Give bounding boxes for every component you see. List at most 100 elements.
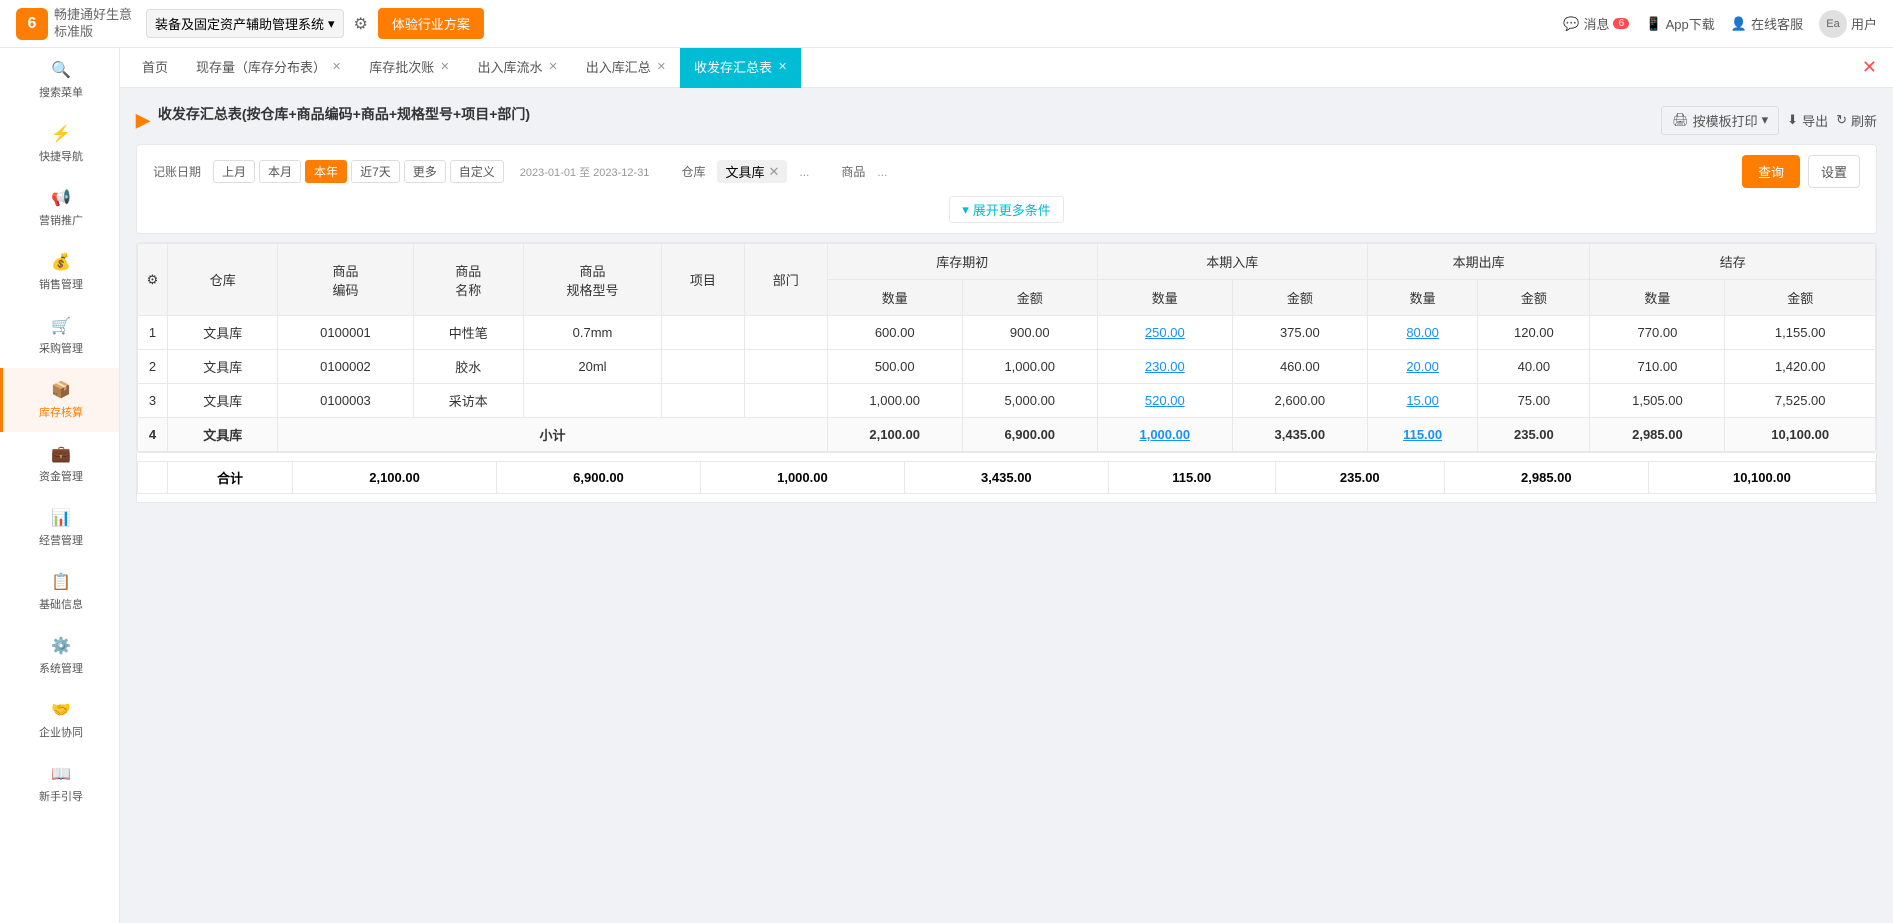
subtotal-bal-amt: 10,100.00 — [1725, 418, 1876, 452]
message-icon: 💬 — [1563, 16, 1579, 32]
filter-btn-year[interactable]: 本年 — [305, 160, 347, 183]
tab-collect-summary[interactable]: 收发存汇总表 ✕ — [680, 48, 801, 88]
table-row: 2 文具库 0100002 胶水 20ml 500.00 1,000.00 23… — [138, 350, 1876, 384]
warehouse-tag-text: 文具库 — [725, 162, 764, 181]
refresh-button[interactable]: ↻ 刷新 — [1836, 111, 1877, 130]
tab-batch[interactable]: 库存批次账 ✕ — [355, 48, 463, 88]
app-download-action[interactable]: 📱 App下载 — [1645, 14, 1714, 33]
subtotal-bal-qty: 2,985.00 — [1590, 418, 1725, 452]
sidebar-item-quicknav[interactable]: ⚡ 快捷导航 — [0, 112, 119, 176]
filter-btn-last-month[interactable]: 上月 — [213, 160, 255, 183]
th-settings[interactable]: ⚙ — [138, 244, 168, 316]
user-action[interactable]: Ea 用户 — [1819, 10, 1877, 38]
filter-btn-more[interactable]: 更多 — [404, 160, 446, 183]
settings-button[interactable]: 设置 — [1808, 155, 1860, 188]
row-warehouse: 文具库 — [168, 350, 278, 384]
row-bal-amt: 1,420.00 — [1725, 350, 1876, 384]
sidebar-item-inventory[interactable]: 📦 库存核算 — [0, 368, 119, 432]
sidebar-label-finance: 资金管理 — [39, 468, 83, 484]
row-out-qty[interactable]: 20.00 — [1367, 350, 1478, 384]
row-goods-spec: 0.7mm — [523, 316, 661, 350]
online-service-action[interactable]: 👤 在线客服 — [1731, 14, 1803, 33]
warehouse-more[interactable]: ... — [799, 165, 809, 179]
row-goods-code: 0100003 — [278, 384, 413, 418]
subtotal-in-qty[interactable]: 1,000.00 — [1097, 418, 1232, 452]
row-project — [662, 350, 745, 384]
sidebar-label-quicknav: 快捷导航 — [39, 148, 83, 164]
sidebar-label-basic: 基础信息 — [39, 596, 83, 612]
row-in-qty[interactable]: 520.00 — [1097, 384, 1232, 418]
sidebar-item-operation[interactable]: 📊 经营管理 — [0, 496, 119, 560]
goods-more[interactable]: ... — [877, 165, 887, 179]
sidebar-item-marketing[interactable]: 📢 营销推广 — [0, 176, 119, 240]
gear-icon[interactable]: ⚙ — [354, 14, 368, 34]
row-goods-name: 胶水 — [413, 350, 523, 384]
row-dept — [744, 316, 827, 350]
row-out-qty[interactable]: 80.00 — [1367, 316, 1478, 350]
subtotal-warehouse: 文具库 — [168, 418, 278, 452]
footer-bal-qty: 2,985.00 — [1444, 462, 1648, 494]
tab-inventory-dist[interactable]: 现存量（库存分布表） ✕ — [182, 48, 355, 88]
filter-btn-custom[interactable]: 自定义 — [450, 160, 504, 183]
filter-btn-7days[interactable]: 近7天 — [351, 160, 400, 183]
tab-collect-summary-close[interactable]: ✕ — [778, 60, 787, 73]
footer-table: 合计 2,100.00 6,900.00 1,000.00 3,435.00 1… — [137, 461, 1876, 494]
row-in-qty[interactable]: 250.00 — [1097, 316, 1232, 350]
tab-inventory-dist-close[interactable]: ✕ — [332, 60, 341, 73]
sidebar-item-basic[interactable]: 📋 基础信息 — [0, 560, 119, 624]
service-icon: 👤 — [1731, 16, 1747, 32]
row-out-qty[interactable]: 15.00 — [1367, 384, 1478, 418]
export-button[interactable]: ⬇ 导出 — [1787, 111, 1828, 130]
subtotal-open-amt: 6,900.00 — [962, 418, 1097, 452]
message-action[interactable]: 💬 消息 6 — [1563, 14, 1629, 33]
th-group-in: 本期入库 — [1097, 244, 1367, 280]
warehouse-tag-close[interactable]: ✕ — [768, 164, 779, 180]
search-icon: 🔍 — [51, 60, 71, 80]
row-warehouse: 文具库 — [168, 316, 278, 350]
collapse-arrow[interactable]: ▶ — [136, 110, 150, 131]
sidebar-label-system: 系统管理 — [39, 660, 83, 676]
footer-label: 合计 — [168, 462, 293, 494]
finance-icon: 💼 — [51, 444, 71, 464]
print-button[interactable]: 🖨 按模板打印 ▾ — [1661, 106, 1779, 135]
trial-button[interactable]: 体验行业方案 — [378, 8, 484, 39]
row-project — [662, 384, 745, 418]
query-button[interactable]: 查询 — [1742, 155, 1800, 188]
tab-inout-flow-label: 出入库流水 — [477, 57, 542, 76]
system-selector[interactable]: 装备及固定资产辅助管理系统 ▾ — [146, 9, 344, 38]
tab-batch-close[interactable]: ✕ — [440, 60, 449, 73]
filter-btn-current-month[interactable]: 本月 — [259, 160, 301, 183]
tab-inout-summary-close[interactable]: ✕ — [657, 60, 666, 73]
sidebar-item-collab[interactable]: 🤝 企业协同 — [0, 688, 119, 752]
close-all-tabs[interactable]: ✕ — [1854, 57, 1885, 78]
main-layout: 🔍 搜索菜单 ⚡ 快捷导航 📢 营销推广 💰 销售管理 🛒 采购管理 📦 库存核… — [0, 48, 1893, 923]
system-icon: ⚙️ — [51, 636, 71, 656]
tab-home[interactable]: 首页 — [128, 48, 182, 88]
sidebar-label-search: 搜索菜单 — [39, 84, 83, 100]
row-bal-qty: 770.00 — [1590, 316, 1725, 350]
page-header-actions: ▶ 收发存汇总表(按仓库+商品编码+商品+规格型号+项目+部门) 🖨 按模板打印… — [136, 104, 1877, 136]
subtotal-in-amt: 3,435.00 — [1232, 418, 1367, 452]
row-bal-amt: 7,525.00 — [1725, 384, 1876, 418]
sidebar-item-search[interactable]: 🔍 搜索菜单 — [0, 48, 119, 112]
sidebar-label-guide: 新手引导 — [39, 788, 83, 804]
expand-button[interactable]: ▾ 展开更多条件 — [949, 196, 1064, 223]
filter-row-1: 记账日期 上月 本月 本年 近7天 更多 自定义 2023-01-01 至 20… — [153, 155, 1860, 188]
th-open-qty: 数量 — [827, 280, 962, 316]
sidebar-item-sales[interactable]: 💰 销售管理 — [0, 240, 119, 304]
sidebar-item-guide[interactable]: 📖 新手引导 — [0, 752, 119, 816]
row-dept — [744, 384, 827, 418]
tab-inout-summary-label: 出入库汇总 — [586, 57, 651, 76]
subtotal-row: 4 文具库 小计 2,100.00 6,900.00 1,000.00 3,43… — [138, 418, 1876, 452]
logo-icon: 6 — [16, 8, 48, 40]
tab-inout-summary[interactable]: 出入库汇总 ✕ — [572, 48, 680, 88]
tab-inout-flow-close[interactable]: ✕ — [549, 60, 558, 73]
subtotal-out-qty[interactable]: 115.00 — [1367, 418, 1478, 452]
sidebar-item-finance[interactable]: 💼 资金管理 — [0, 432, 119, 496]
sidebar-item-purchase[interactable]: 🛒 采购管理 — [0, 304, 119, 368]
sidebar-item-system[interactable]: ⚙️ 系统管理 — [0, 624, 119, 688]
row-in-qty[interactable]: 230.00 — [1097, 350, 1232, 384]
th-out-amt: 金额 — [1478, 280, 1590, 316]
row-bal-qty: 1,505.00 — [1590, 384, 1725, 418]
tab-inout-flow[interactable]: 出入库流水 ✕ — [463, 48, 571, 88]
